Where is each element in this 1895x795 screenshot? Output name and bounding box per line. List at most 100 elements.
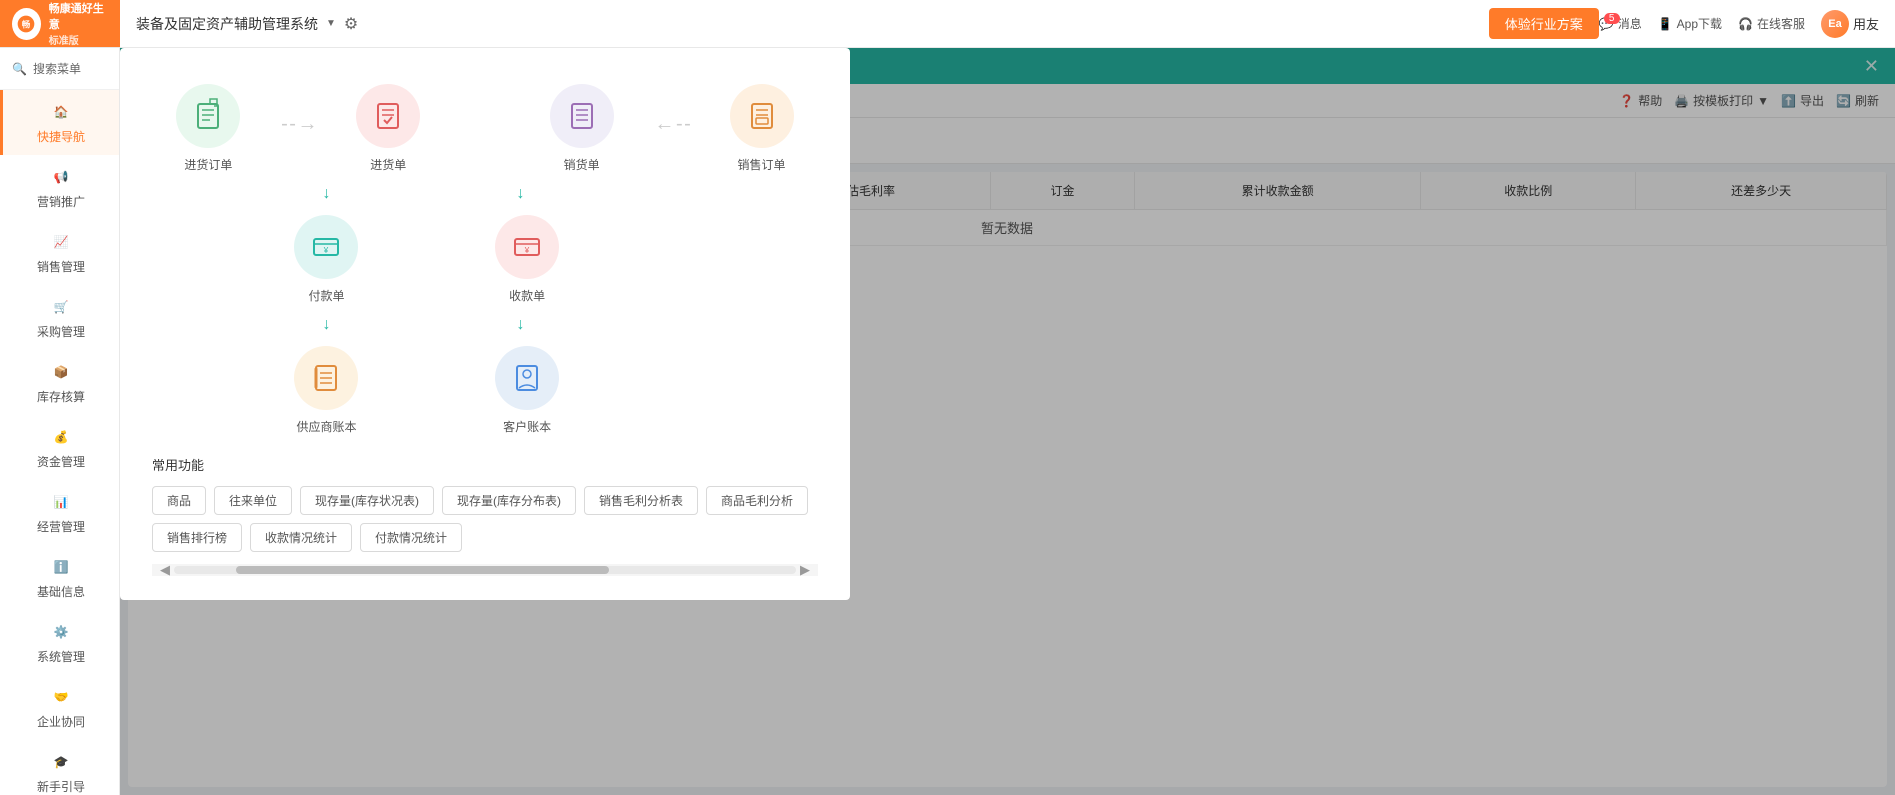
sidebar-item-finance[interactable]: 💰 资金管理 (0, 415, 119, 480)
quick-guide-panel: 进货订单 - - → (120, 48, 850, 600)
sales-order-doc-label: 销货单 (564, 156, 600, 173)
customer-ledger-label: 客户账本 (503, 418, 551, 435)
experience-btn[interactable]: 体验行业方案 (1489, 8, 1599, 39)
user-avatar: Ea (1821, 10, 1849, 38)
sidebar-item-label-sales: 销售管理 (37, 258, 85, 275)
sidebar-item-newbie[interactable]: 🎓 新手引导 (0, 740, 119, 795)
search-icon: 🔍 (12, 62, 27, 76)
online-service-label: 在线客服 (1757, 15, 1805, 32)
message-btn[interactable]: 💬 5 消息 (1599, 15, 1642, 32)
cf-btn-product-gross[interactable]: 商品毛利分析 (706, 486, 808, 515)
sidebar-item-sales[interactable]: 📈 销售管理 (0, 220, 119, 285)
sidebar-item-quick-guide[interactable]: 🏠 快捷导航 (0, 90, 119, 155)
flow-row-3: 供应商账本 (152, 334, 818, 447)
scrollbar-left-arrow[interactable]: ◀ (156, 562, 174, 578)
scrollbar-right-arrow[interactable]: ▶ (796, 562, 814, 578)
message-badge-wrap: 💬 5 (1599, 17, 1614, 31)
flow-receipt-order[interactable]: ¥ 收款单 (487, 203, 567, 316)
purchase-order-label: 进货订单 (184, 156, 232, 173)
flow-arrows-row: ↓ ↓ (152, 185, 818, 203)
cf-buttons-row2: 销售排行榜 收款情况统计 付款情况统计 (152, 523, 818, 552)
system-dropdown-arrow[interactable]: ▼ (326, 18, 336, 29)
down-arrow-payment: ↓ (297, 316, 357, 334)
customer-ledger-circle (495, 346, 559, 410)
sidebar-item-label-finance: 资金管理 (37, 453, 85, 470)
cf-btn-payment-stats[interactable]: 付款情况统计 (360, 523, 462, 552)
flow-sales-order[interactable]: 销售订单 (722, 72, 802, 185)
scrollbar-thumb (236, 566, 609, 574)
sidebar-item-label-basic: 基础信息 (37, 583, 85, 600)
supplier-ledger-label: 供应商账本 (296, 418, 356, 435)
message-badge: 5 (1604, 13, 1620, 24)
sidebar-item-system[interactable]: ⚙️ 系统管理 (0, 610, 119, 675)
sidebar-item-inventory[interactable]: 📦 库存核算 (0, 350, 119, 415)
overlay-backdrop[interactable]: 进货订单 - - → (120, 48, 1895, 795)
cf-btn-inventory-dist[interactable]: 现存量(库存分布表) (442, 486, 576, 515)
sidebar: 🔍 搜索菜单 🏠 快捷导航 📢 营销推广 📈 销售管理 🛒 采购管理 📦 库存核… (0, 48, 120, 795)
purchase-receipt-label: 进货单 (370, 156, 406, 173)
guide-scrollbar: ◀ ▶ (152, 564, 818, 576)
sidebar-item-enterprise[interactable]: 🤝 企业协同 (0, 675, 119, 740)
main-layout: 🔍 搜索菜单 🏠 快捷导航 📢 营销推广 📈 销售管理 🛒 采购管理 📦 库存核… (0, 48, 1895, 795)
cf-btn-products[interactable]: 商品 (152, 486, 206, 515)
sidebar-item-basic[interactable]: ℹ️ 基础信息 (0, 545, 119, 610)
top-header: 畅 畅康通好生意 标准版 装备及固定资产辅助管理系统 ▼ ⚙ 体验行业方案 💬 … (0, 0, 1895, 48)
flow-purchase-receipt[interactable]: 进货单 (348, 72, 428, 185)
sidebar-item-label-enterprise: 企业协同 (37, 713, 85, 730)
phone-icon: 📱 (1658, 17, 1673, 31)
logo-sub: 标准版 (49, 32, 108, 47)
sidebar-item-marketing[interactable]: 📢 营销推广 (0, 155, 119, 220)
user-name: 用友 (1853, 14, 1879, 33)
down-arrow-sod: ↓ (491, 185, 551, 203)
svg-text:¥: ¥ (323, 246, 329, 255)
flow-sales-order-doc[interactable]: 销货单 (542, 72, 622, 185)
arrow-sod-to-so: ← - - (654, 113, 688, 136)
basic-icon: ℹ️ (49, 555, 73, 579)
sales-icon: 📈 (49, 230, 73, 254)
receipt-order-label: 收款单 (509, 287, 545, 304)
cf-btn-sales-gross[interactable]: 销售毛利分析表 (584, 486, 698, 515)
home-icon: 🏠 (49, 100, 73, 124)
flow-supplier-ledger[interactable]: 供应商账本 (286, 334, 366, 447)
svg-text:畅: 畅 (22, 19, 31, 29)
app-download-btn[interactable]: 📱 App下载 (1658, 15, 1722, 32)
search-menu-btn[interactable]: 🔍 搜索菜单 (8, 56, 111, 81)
finance-icon: 💰 (49, 425, 73, 449)
user-menu[interactable]: Ea 用友 (1821, 10, 1879, 38)
system-title-area: 装备及固定资产辅助管理系统 ▼ ⚙ (136, 14, 1489, 34)
inventory-icon: 📦 (49, 360, 73, 384)
guide-content: 进货订单 - - → (120, 48, 850, 600)
search-menu-label: 搜索菜单 (33, 60, 81, 77)
megaphone-icon: 📢 (49, 165, 73, 189)
down-arrow-receipt: ↓ (491, 316, 551, 334)
cf-btn-receipt-stats[interactable]: 收款情况统计 (250, 523, 352, 552)
payment-order-circle: ¥ (294, 215, 358, 279)
sidebar-item-purchase[interactable]: 🛒 采购管理 (0, 285, 119, 350)
cf-btn-inventory-status[interactable]: 现存量(库存状况表) (300, 486, 434, 515)
flow-payment-order[interactable]: ¥ 付款单 (286, 203, 366, 316)
purchase-icon: 🛒 (49, 295, 73, 319)
newbie-icon: 🎓 (49, 750, 73, 774)
logo-text: 畅康通好生意 (49, 0, 108, 32)
sales-order-label: 销售订单 (738, 156, 786, 173)
logo-area: 畅 畅康通好生意 标准版 (0, 0, 120, 47)
content-area: 首页 销售订单执行表 ✕ ✕ ❓ 帮助 🖨️ 按模板打印 ▼ (120, 48, 1895, 795)
receipt-order-circle: ¥ (495, 215, 559, 279)
flow-customer-ledger[interactable]: 客户账本 (487, 334, 567, 447)
sidebar-item-label-purchase: 采购管理 (37, 323, 85, 340)
sidebar-search-area: 🔍 搜索菜单 (0, 48, 119, 90)
sidebar-item-operations[interactable]: 📊 经营管理 (0, 480, 119, 545)
online-service-btn[interactable]: 🎧 在线客服 (1738, 15, 1805, 32)
operations-icon: 📊 (49, 490, 73, 514)
flow-purchase-order[interactable]: 进货订单 (168, 72, 248, 185)
cf-btn-partners[interactable]: 往来单位 (214, 486, 292, 515)
cf-buttons-row1: 商品 往来单位 现存量(库存状况表) 现存量(库存分布表) 销售毛利分析表 商品… (152, 486, 818, 515)
flow-row-2: ¥ 付款单 (152, 203, 818, 316)
gear-icon[interactable]: ⚙ (344, 14, 358, 34)
cf-btn-sales-rank[interactable]: 销售排行榜 (152, 523, 242, 552)
scrollbar-track[interactable] (174, 566, 796, 574)
arrow-po-to-pr: - - → (281, 113, 315, 136)
message-label: 消息 (1618, 15, 1642, 32)
flow-diagram: 进货订单 - - → (152, 72, 818, 447)
flow-row-1: 进货订单 - - → (152, 72, 818, 185)
